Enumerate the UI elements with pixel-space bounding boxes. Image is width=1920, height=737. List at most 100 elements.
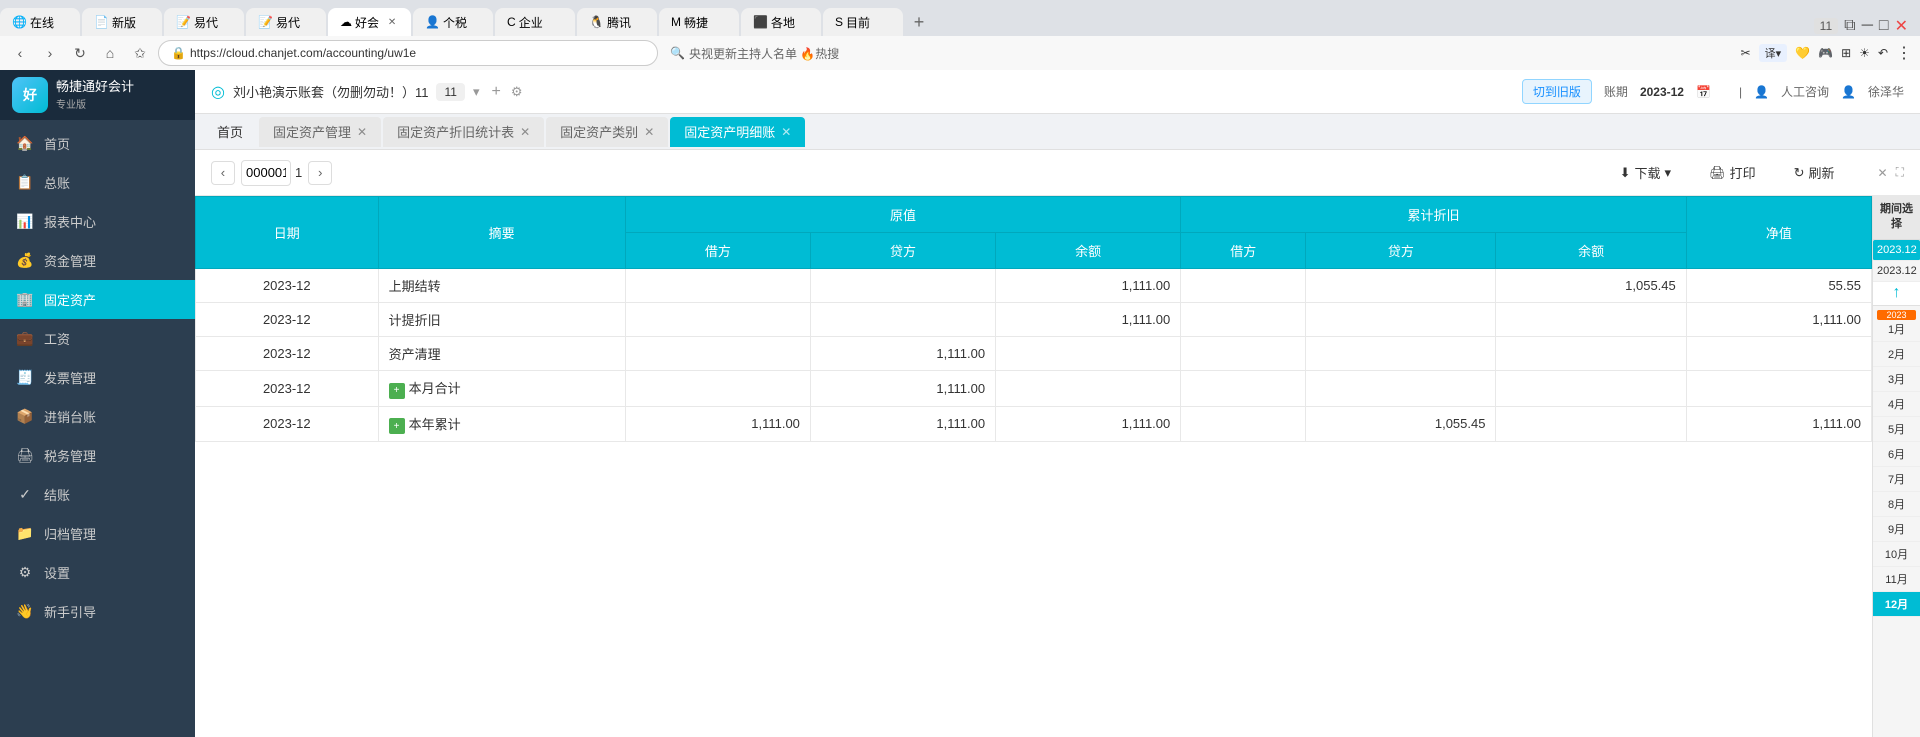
period-date-1[interactable]: 2023.12	[1873, 261, 1920, 282]
page-number-input[interactable]	[241, 160, 291, 186]
sidebar-item-invoice-mgmt[interactable]: 🧾 发票管理	[0, 358, 195, 397]
page-tab-close-fixed-assets-ledger[interactable]: ✕	[781, 125, 791, 139]
period-month-8[interactable]: 8月	[1873, 492, 1920, 517]
sidebar-item-home[interactable]: 🏠 首页	[0, 124, 195, 163]
refresh-button[interactable]: ↻ 刷新	[1783, 158, 1846, 187]
period-month-5[interactable]: 5月	[1873, 417, 1920, 442]
history-tool[interactable]: ↶	[1878, 46, 1888, 60]
sidebar-item-general-ledger[interactable]: 📋 总账	[0, 163, 195, 202]
address-input[interactable]: 🔒 https://cloud.chanjet.com/accounting/u…	[158, 40, 658, 66]
sidebar-item-archive-mgmt[interactable]: 📁 归档管理	[0, 514, 195, 553]
browser-tab-t7[interactable]: C企业	[495, 8, 575, 36]
home-button[interactable]: ⌂	[98, 41, 122, 65]
prev-page-button[interactable]: ‹	[211, 161, 235, 185]
cell-orig-balance-2	[996, 337, 1181, 371]
game-tool[interactable]: 🎮	[1818, 46, 1833, 60]
sidebar-item-tax-mgmt[interactable]: 🖨 税务管理	[0, 436, 195, 475]
tab-icon-t5: ☁	[340, 15, 352, 29]
toolbar-right-buttons: ⬇ 下载 ▾ 🖨 打印 ↻ 刷新 ✕ ⛶	[1609, 158, 1904, 187]
period-date-0[interactable]: 2023.12	[1873, 240, 1920, 261]
next-page-button[interactable]: ›	[308, 161, 332, 185]
page-tab-close-fixed-assets-depr[interactable]: ✕	[520, 125, 530, 139]
forward-button[interactable]: ›	[38, 41, 62, 65]
page-tab-label-home: 首页	[217, 122, 243, 141]
window-restore-icon[interactable]: ⧉	[1844, 17, 1855, 35]
browser-tab-t3[interactable]: 📝易代	[164, 8, 244, 36]
search-icon[interactable]: 🔍	[670, 46, 685, 60]
browser-tab-t8[interactable]: 🐧腾讯	[577, 8, 657, 36]
sidebar-item-guide[interactable]: 👋 新手引导	[0, 592, 195, 631]
browser-tab-t9[interactable]: M畅捷	[659, 8, 739, 36]
window-minimize-icon[interactable]: ─	[1862, 17, 1873, 35]
sidebar-item-settings[interactable]: ⚙ 设置	[0, 553, 195, 592]
translate-tool[interactable]: 译▾	[1759, 44, 1788, 62]
window-maximize-icon[interactable]: □	[1879, 17, 1889, 35]
tab-close-t5[interactable]: ✕	[385, 15, 399, 29]
browser-tab-t6[interactable]: 👤个税	[413, 8, 493, 36]
scissors-tool[interactable]: ✂	[1741, 46, 1751, 60]
browser-tab-t10[interactable]: ⬛各地	[741, 8, 821, 36]
logo-icon: 好	[12, 77, 48, 113]
expand-icon[interactable]: ⛶	[1896, 165, 1904, 180]
page-tab-home[interactable]: 首页	[203, 117, 257, 147]
period-month-12[interactable]: 12月	[1873, 592, 1920, 617]
period-month-4[interactable]: 4月	[1873, 392, 1920, 417]
grid-tool[interactable]: ⊞	[1841, 46, 1851, 60]
print-label: 打印	[1730, 163, 1756, 182]
browser-tab-t11[interactable]: S目前	[823, 8, 903, 36]
sidebar-item-fixed-assets[interactable]: 🏢 固定资产	[0, 280, 195, 319]
human-service-icon[interactable]: 👤	[1754, 85, 1769, 99]
sidebar-item-reports[interactable]: 📊 报表中心	[0, 202, 195, 241]
browser-tab-t4[interactable]: 📝易代	[246, 8, 326, 36]
browser-tab-t2[interactable]: 📄新版	[82, 8, 162, 36]
collapse-icon[interactable]: ✕	[1878, 166, 1888, 180]
bookmark-button[interactable]: ✩	[128, 41, 152, 65]
period-month-2[interactable]: 2月	[1873, 342, 1920, 367]
tab-label-t7: 企业	[519, 14, 543, 31]
page-tab-fixed-assets-depr[interactable]: 固定资产折旧统计表✕	[383, 117, 544, 147]
tab-label-t10: 各地	[771, 14, 795, 31]
period-month-1[interactable]: 20231月	[1873, 306, 1920, 342]
period-month-10[interactable]: 10月	[1873, 542, 1920, 567]
period-month-3[interactable]: 3月	[1873, 367, 1920, 392]
page-tab-close-fixed-assets-mgmt[interactable]: ✕	[357, 125, 367, 139]
nav-icon-guide: 👋	[16, 603, 34, 621]
add-account-button[interactable]: +	[491, 83, 500, 101]
page-tab-close-fixed-assets-cat[interactable]: ✕	[644, 125, 654, 139]
reload-button[interactable]: ↻	[68, 41, 92, 65]
sidebar-item-payroll[interactable]: 💼 工资	[0, 319, 195, 358]
back-button[interactable]: ‹	[8, 41, 32, 65]
settings-dots-button[interactable]: ⚙	[511, 84, 523, 100]
more-tool[interactable]: ⋮	[1896, 43, 1912, 63]
page-tab-fixed-assets-cat[interactable]: 固定资产类别✕	[546, 117, 668, 147]
new-tab-button[interactable]: +	[905, 8, 933, 36]
sidebar-item-fund-mgmt[interactable]: 💰 资金管理	[0, 241, 195, 280]
page-tab-fixed-assets-mgmt[interactable]: 固定资产管理 ✕	[259, 117, 381, 147]
tab-label-t4: 易代	[276, 14, 300, 31]
sidebar-item-inventory[interactable]: 📦 进销台账	[0, 397, 195, 436]
tab-icon-t8: 🐧	[589, 15, 604, 29]
cell-orig-balance-1: 1,111.00	[996, 303, 1181, 337]
browser-tab-t1[interactable]: 🌐在线	[0, 8, 80, 36]
switch-version-button[interactable]: 切到旧版	[1522, 79, 1592, 104]
period-month-6[interactable]: 6月	[1873, 442, 1920, 467]
window-close-icon[interactable]: ✕	[1895, 16, 1908, 36]
period-month-11[interactable]: 11月	[1873, 567, 1920, 592]
page-tab-label-fixed-assets-mgmt: 固定资产管理	[273, 122, 351, 141]
col-net-value: 净值	[1686, 197, 1871, 269]
human-service-text[interactable]: 人工咨询	[1781, 83, 1829, 100]
user-avatar[interactable]: 👤	[1841, 85, 1856, 99]
period-month-9[interactable]: 9月	[1873, 517, 1920, 542]
download-button[interactable]: ⬇ 下载 ▾	[1609, 158, 1682, 187]
calendar-icon[interactable]: 📅	[1696, 85, 1711, 99]
print-button[interactable]: 🖨 打印	[1698, 158, 1767, 187]
dropdown-arrow[interactable]: ▾	[473, 84, 480, 100]
period-scroll-up[interactable]: ↑	[1873, 282, 1920, 306]
browser-tab-t5[interactable]: ☁好会✕	[328, 8, 411, 36]
page-tab-fixed-assets-ledger[interactable]: 固定资产明细账✕	[670, 117, 805, 147]
sidebar-item-closing[interactable]: ✓ 结账	[0, 475, 195, 514]
wallet-tool[interactable]: 💛	[1795, 46, 1810, 60]
period-month-7[interactable]: 7月	[1873, 467, 1920, 492]
settings-tool[interactable]: ☀	[1859, 46, 1870, 60]
period-months-list: 20231月2月3月4月5月6月7月8月9月10月11月12月	[1873, 306, 1920, 617]
